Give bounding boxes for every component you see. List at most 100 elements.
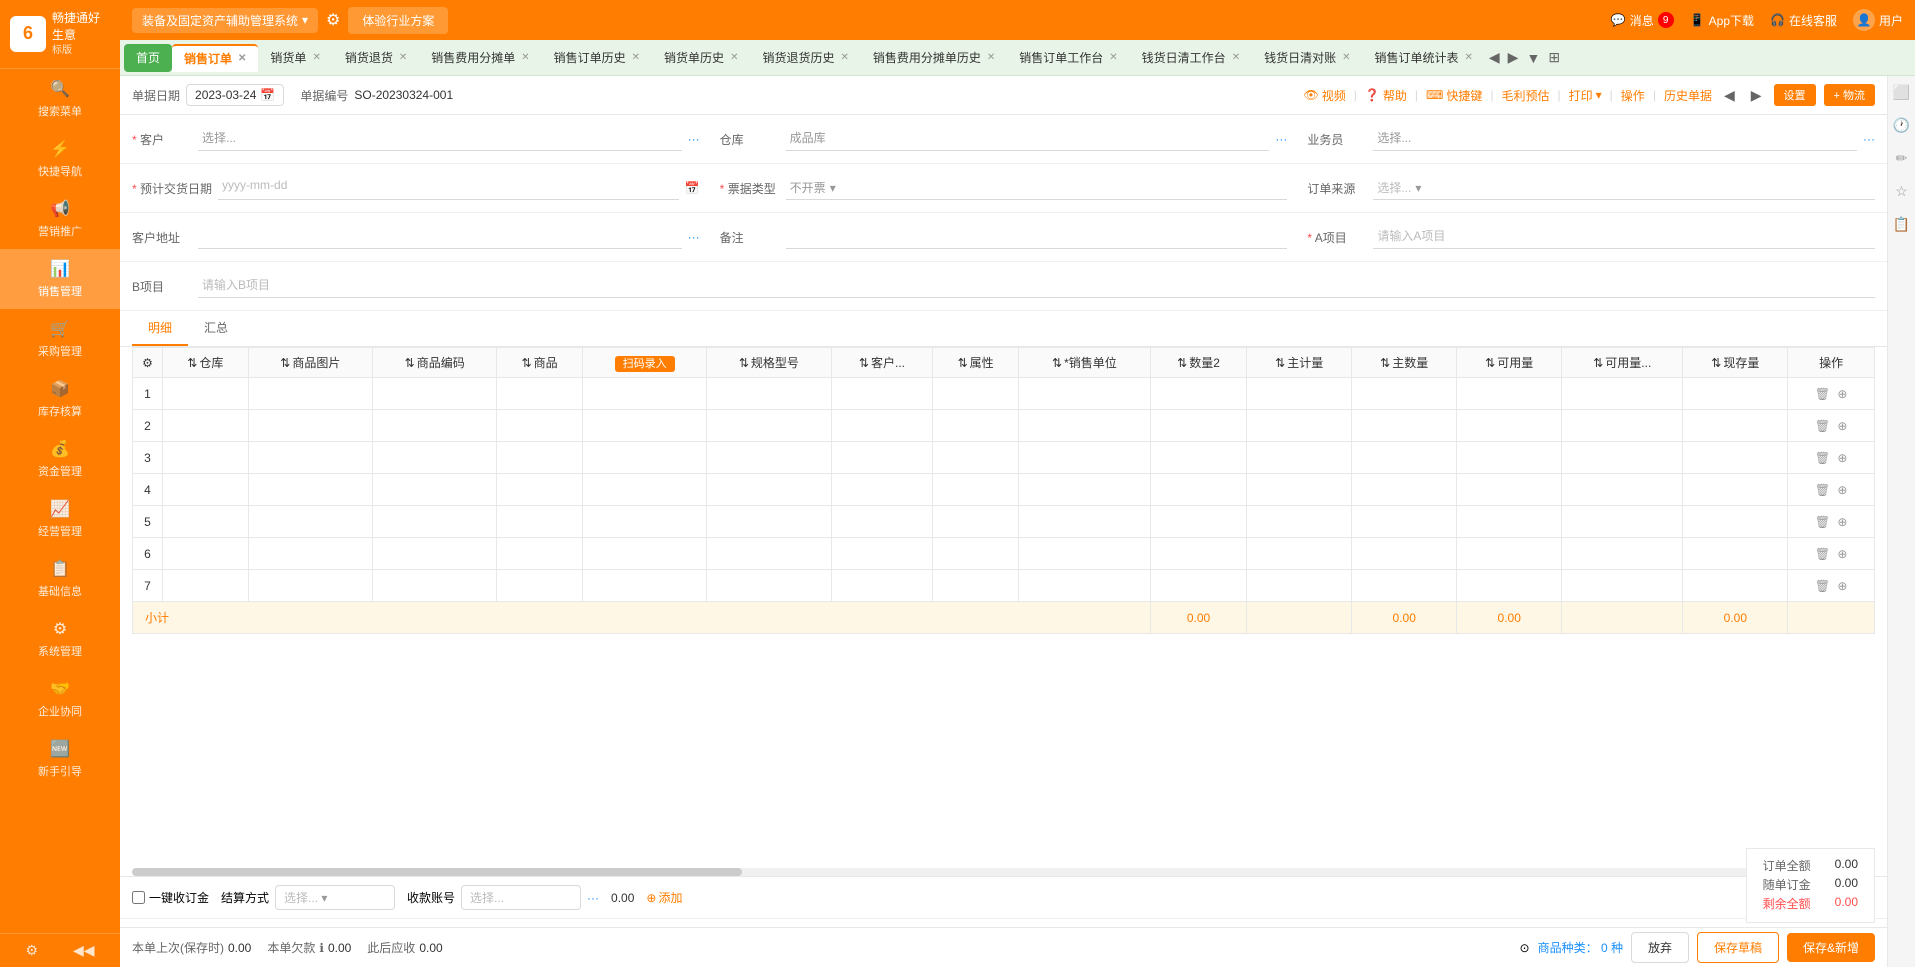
shortcut-btn[interactable]: ⌨ 快捷键 xyxy=(1426,87,1482,104)
delete-icon-3[interactable]: 🗑 xyxy=(1815,451,1830,465)
profit-btn[interactable]: 毛利预估 xyxy=(1501,87,1549,104)
cell-name-6[interactable] xyxy=(497,538,583,570)
delete-icon-5[interactable]: 🗑 xyxy=(1815,515,1830,529)
sidebar-collapse-icon[interactable]: ◀◀ xyxy=(73,942,95,959)
cell-main-qty-2[interactable] xyxy=(1352,410,1457,442)
col-warehouse[interactable]: ⇅仓库 xyxy=(163,348,249,378)
app-download-button[interactable]: 📱 App下载 xyxy=(1690,12,1754,29)
tab-close-icon[interactable]: ✕ xyxy=(632,52,640,63)
cell-qty2-3[interactable] xyxy=(1150,442,1246,474)
goods-count-link[interactable]: 商品种类： 0 种 xyxy=(1538,939,1623,956)
tab-fee-history[interactable]: 销售费用分摊单历史 ✕ xyxy=(861,44,1007,72)
tab-close-icon[interactable]: ✕ xyxy=(1342,52,1350,63)
sidebar-item-企业协同[interactable]: 🤝 企业协同 xyxy=(0,669,120,729)
col-name[interactable]: ⇅商品 xyxy=(497,348,583,378)
cell-image-6[interactable] xyxy=(248,538,372,570)
cell-name-4[interactable] xyxy=(497,474,583,506)
note-input[interactable] xyxy=(786,225,1288,249)
prev-record-icon[interactable]: ◀ xyxy=(1720,87,1739,104)
col-scan[interactable]: 扫码录入 xyxy=(582,348,706,378)
cell-available2-2[interactable] xyxy=(1562,410,1683,442)
cell-action-5[interactable]: 🗑 ⊕ xyxy=(1788,506,1875,538)
col-qty2[interactable]: ⇅数量2 xyxy=(1150,348,1246,378)
sidebar-settings-icon[interactable]: ⚙ xyxy=(25,942,38,959)
sidebar-item-销售管理[interactable]: 📊 销售管理 xyxy=(0,249,120,309)
tab-order-history[interactable]: 销售订单历史 ✕ xyxy=(542,44,652,72)
cell-spec-4[interactable] xyxy=(707,474,831,506)
cell-name-7[interactable] xyxy=(497,570,583,602)
tab-close-icon[interactable]: ✕ xyxy=(238,53,246,64)
col-settings[interactable]: ⚙ xyxy=(133,348,163,378)
cell-unit-1[interactable] xyxy=(1018,378,1150,410)
cell-qty2-4[interactable] xyxy=(1150,474,1246,506)
tab-daily-reconcile[interactable]: 钱货日清对账 ✕ xyxy=(1252,44,1362,72)
cell-available2-7[interactable] xyxy=(1562,570,1683,602)
cell-stock-3[interactable] xyxy=(1683,442,1788,474)
cell-attr-7[interactable] xyxy=(933,570,1019,602)
col-available[interactable]: ⇅可用量 xyxy=(1457,348,1562,378)
tab-menu-icon[interactable]: ▼ xyxy=(1522,50,1544,66)
cell-image-1[interactable] xyxy=(248,378,372,410)
delete-icon-6[interactable]: 🗑 xyxy=(1815,547,1830,561)
cell-available-2[interactable] xyxy=(1457,410,1562,442)
cell-code-6[interactable] xyxy=(372,538,496,570)
save-draft-button[interactable]: 保存草稿 xyxy=(1697,932,1779,963)
col-main-unit[interactable]: ⇅主计量 xyxy=(1247,348,1352,378)
col-code[interactable]: ⇅商品编码 xyxy=(372,348,496,378)
cell-spec-5[interactable] xyxy=(707,506,831,538)
cell-stock-1[interactable] xyxy=(1683,378,1788,410)
cell-qty2-7[interactable] xyxy=(1150,570,1246,602)
copy-icon-2[interactable]: ⊕ xyxy=(1837,419,1847,433)
cell-main-unit-5[interactable] xyxy=(1247,506,1352,538)
tab-close-icon[interactable]: ✕ xyxy=(987,52,995,63)
tab-close-icon[interactable]: ✕ xyxy=(312,52,320,63)
cell-available-5[interactable] xyxy=(1457,506,1562,538)
cell-attr-2[interactable] xyxy=(933,410,1019,442)
cell-qty2-5[interactable] xyxy=(1150,506,1246,538)
sidebar-item-营销推广[interactable]: 📢 营销推广 xyxy=(0,189,120,249)
sidebar-item-经营管理[interactable]: 📈 经营管理 xyxy=(0,489,120,549)
right-icon-3[interactable]: ✏ xyxy=(1896,150,1908,167)
topbar-settings-icon[interactable]: ⚙ xyxy=(326,10,340,30)
tab-summary-inner[interactable]: 汇总 xyxy=(188,311,244,346)
tab-close-icon[interactable]: ✕ xyxy=(399,52,407,63)
tab-close-icon[interactable]: ✕ xyxy=(1232,52,1240,63)
right-icon-2[interactable]: 🕐 xyxy=(1893,117,1910,134)
col-attr[interactable]: ⇅属性 xyxy=(933,348,1019,378)
cell-main-unit-1[interactable] xyxy=(1247,378,1352,410)
tab-close-icon[interactable]: ✕ xyxy=(521,52,529,63)
tab-return-history[interactable]: 销货退货历史 ✕ xyxy=(750,44,860,72)
tab-prev-icon[interactable]: ◀ xyxy=(1485,49,1504,66)
delete-icon-2[interactable]: 🗑 xyxy=(1815,419,1830,433)
copy-icon-5[interactable]: ⊕ xyxy=(1837,515,1847,529)
cell-main-qty-3[interactable] xyxy=(1352,442,1457,474)
right-icon-1[interactable]: ⬜ xyxy=(1893,84,1910,101)
delete-icon-1[interactable]: 🗑 xyxy=(1815,387,1830,401)
copy-icon-7[interactable]: ⊕ xyxy=(1837,579,1847,593)
cell-code-2[interactable] xyxy=(372,410,496,442)
cell-attr-4[interactable] xyxy=(933,474,1019,506)
staff-input[interactable]: 选择... xyxy=(1373,127,1857,151)
cell-customer-code-2[interactable] xyxy=(831,410,933,442)
col-customer-code[interactable]: ⇅客户... xyxy=(831,348,933,378)
calendar-icon[interactable]: 📅 xyxy=(260,88,275,102)
cell-available2-5[interactable] xyxy=(1562,506,1683,538)
b-project-input[interactable]: 请输入B项目 xyxy=(198,274,1875,298)
cell-warehouse-2[interactable] xyxy=(163,410,249,442)
cell-image-2[interactable] xyxy=(248,410,372,442)
cell-customer-code-3[interactable] xyxy=(831,442,933,474)
cell-image-3[interactable] xyxy=(248,442,372,474)
cell-available2-6[interactable] xyxy=(1562,538,1683,570)
cell-main-unit-6[interactable] xyxy=(1247,538,1352,570)
scroll-thumb[interactable] xyxy=(132,868,742,876)
copy-icon-3[interactable]: ⊕ xyxy=(1837,451,1847,465)
print-btn[interactable]: 打印 ▾ xyxy=(1569,87,1602,104)
message-button[interactable]: 💬 消息 9 xyxy=(1611,12,1674,29)
cell-warehouse-1[interactable] xyxy=(163,378,249,410)
copy-icon-1[interactable]: ⊕ xyxy=(1837,387,1847,401)
cell-customer-code-1[interactable] xyxy=(831,378,933,410)
cell-available2-3[interactable] xyxy=(1562,442,1683,474)
address-more-icon[interactable]: ··· xyxy=(688,230,700,244)
cell-available-3[interactable] xyxy=(1457,442,1562,474)
tab-slip-history[interactable]: 销货单历史 ✕ xyxy=(652,44,750,72)
